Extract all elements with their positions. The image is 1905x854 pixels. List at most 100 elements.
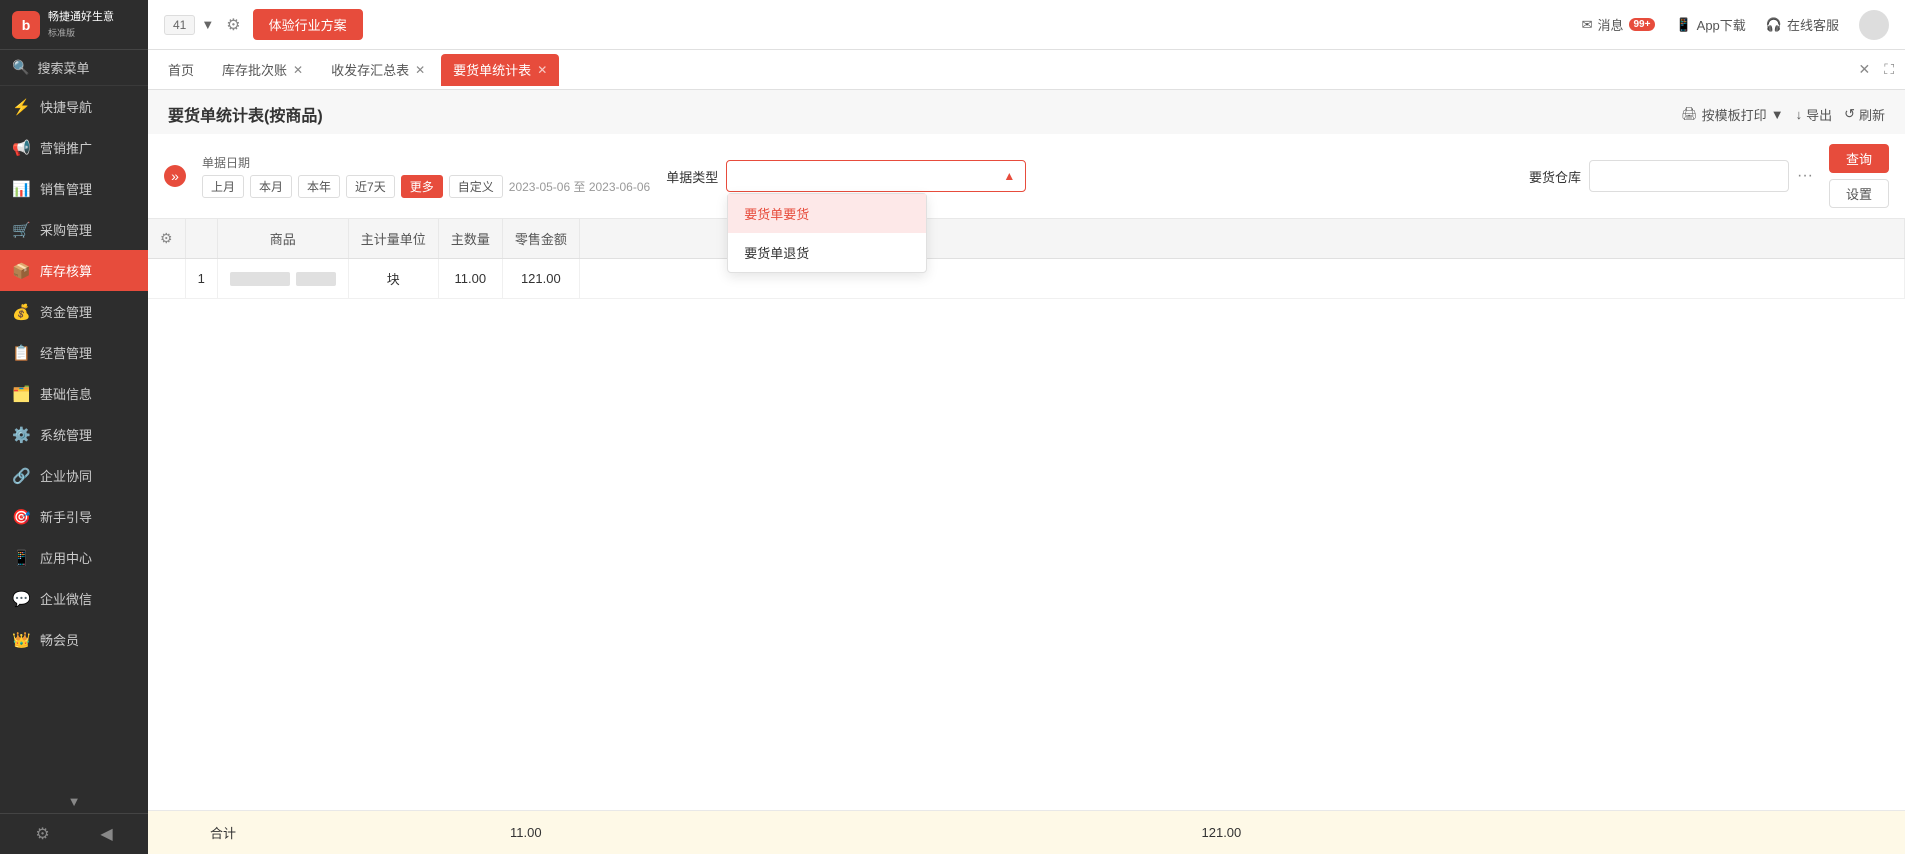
wechat-icon: 💬 [12, 590, 30, 608]
col-settings[interactable]: ⚙ [148, 219, 185, 259]
store-selector[interactable]: 41 ▼ [164, 15, 214, 35]
sidebar-item-label: 企业协同 [40, 466, 92, 485]
page-actions: 🖨 按模板打印 ▼ ↓ 导出 ↺ 刷新 [1681, 105, 1885, 124]
date-btn-last-7days[interactable]: 近7天 [346, 175, 395, 198]
date-btn-custom[interactable]: 自定义 [449, 175, 503, 198]
inventory-icon: 📦 [12, 262, 30, 280]
refresh-label: 刷新 [1859, 105, 1885, 124]
tab-expand-button[interactable]: ⛶ [1881, 58, 1897, 81]
filter-bar: » 单据日期 上月 本月 本年 近7天 更多 自定义 2023-05-06 至 … [148, 134, 1905, 219]
tab-request-stats-label: 要货单统计表 [453, 60, 531, 79]
tab-home[interactable]: 首页 [156, 54, 206, 86]
sidebar-item-purchase[interactable]: 🛒 采购管理 [0, 209, 148, 250]
trial-button[interactable]: 体验行业方案 [253, 9, 363, 40]
operations-icon: 📋 [12, 344, 30, 362]
message-label: 消息 [1597, 15, 1623, 34]
guide-icon: 🎯 [12, 508, 30, 526]
cell-product [217, 259, 348, 299]
col-unit: 主计量单位 [348, 219, 438, 259]
filter-date-section: 单据日期 上月 本月 本年 近7天 更多 自定义 2023-05-06 至 20… [202, 154, 650, 198]
sidebar: b 畅捷通好生意 标准版 🔍 搜索菜单 ⚡ 快捷导航 📢 营销推广 📊 销售管理… [0, 0, 148, 854]
sidebar-item-label: 营销推广 [40, 138, 92, 157]
sidebar-item-label: 企业微信 [40, 589, 92, 608]
sidebar-item-guide[interactable]: 🎯 新手引导 [0, 496, 148, 537]
sidebar-item-label: 采购管理 [40, 220, 92, 239]
enterprise-icon: 🔗 [12, 467, 30, 485]
dropdown-item-request-order[interactable]: 要货单要货 [728, 194, 926, 233]
cell-index: 1 [185, 259, 217, 299]
online-service-button[interactable]: 🎧 在线客服 [1766, 15, 1839, 34]
filter-warehouse-input[interactable] [1589, 160, 1789, 192]
print-button[interactable]: 🖨 按模板打印 ▼ [1681, 105, 1783, 124]
query-button[interactable]: 查询 [1829, 144, 1889, 173]
date-btn-more[interactable]: 更多 [401, 175, 443, 198]
sidebar-item-label: 新手引导 [40, 507, 92, 526]
filter-type-dropdown[interactable]: ▲ 要货单要货 要货单退货 [726, 160, 1026, 192]
sidebar-item-sales[interactable]: 📊 销售管理 [0, 168, 148, 209]
user-avatar[interactable] [1859, 10, 1889, 40]
filter-type-section: 单据类型 ▲ 要货单要货 要货单退货 [666, 160, 1513, 192]
date-btn-last-month[interactable]: 上月 [202, 175, 244, 198]
sidebar-bottom: ⚙ ◀ [0, 813, 148, 854]
col-quantity: 主数量 [438, 219, 502, 259]
date-btn-this-year[interactable]: 本年 [298, 175, 340, 198]
export-label: 导出 [1806, 105, 1832, 124]
system-icon: ⚙️ [12, 426, 30, 444]
sidebar-scroll-down[interactable]: ▼ [0, 790, 148, 813]
sidebar-item-label: 系统管理 [40, 425, 92, 444]
app-download-button[interactable]: 📱 App下载 [1675, 15, 1745, 34]
quick-nav-icon: ⚡ [12, 98, 30, 116]
tab-receive-summary-close[interactable]: ✕ [415, 63, 425, 77]
refresh-button[interactable]: ↺ 刷新 [1844, 105, 1885, 124]
message-button[interactable]: ✉ 消息 99+ [1582, 15, 1656, 34]
export-button[interactable]: ↓ 导出 [1796, 105, 1833, 124]
date-btn-this-month[interactable]: 本月 [250, 175, 292, 198]
content-area: » 单据日期 上月 本月 本年 近7天 更多 自定义 2023-05-06 至 … [148, 134, 1905, 854]
topbar-settings-icon[interactable]: ⚙ [226, 15, 240, 35]
sidebar-item-enterprise[interactable]: 🔗 企业协同 [0, 455, 148, 496]
online-service-icon: 🎧 [1766, 17, 1782, 33]
filter-type-chevron-icon: ▲ [1003, 169, 1015, 183]
tab-inventory-batch-close[interactable]: ✕ [293, 63, 303, 77]
dropdown-item-request-return[interactable]: 要货单退货 [728, 233, 926, 272]
sidebar-item-quick-nav[interactable]: ⚡ 快捷导航 [0, 86, 148, 127]
data-table: ⚙ 商品 主计量单位 主数量 零售金额 1 [148, 219, 1905, 299]
filter-more-button[interactable]: ··· [1797, 167, 1813, 185]
sidebar-item-basic[interactable]: 🗂️ 基础信息 [0, 373, 148, 414]
sidebar-settings-button[interactable]: ⚙ [35, 824, 49, 844]
filter-expand-button[interactable]: » [164, 165, 186, 187]
sidebar-item-wechat[interactable]: 💬 企业微信 [0, 578, 148, 619]
sidebar-item-operations[interactable]: 📋 经营管理 [0, 332, 148, 373]
sidebar-item-member[interactable]: 👑 畅会员 [0, 619, 148, 660]
sidebar-item-label: 快捷导航 [40, 97, 92, 116]
cell-checkbox[interactable] [148, 259, 185, 299]
app-center-icon: 📱 [12, 549, 30, 567]
table-row: 1 块 11.00 121.00 [148, 259, 1905, 299]
member-icon: 👑 [12, 631, 30, 649]
tab-receive-summary[interactable]: 收发存汇总表 ✕ [319, 54, 437, 86]
sidebar-item-app-center[interactable]: 📱 应用中心 [0, 537, 148, 578]
col-index [185, 219, 217, 259]
app-download-icon: 📱 [1675, 17, 1691, 33]
col-amount: 零售金额 [502, 219, 579, 259]
tab-request-stats[interactable]: 要货单统计表 ✕ [441, 54, 559, 86]
tab-inventory-batch[interactable]: 库存批次账 ✕ [210, 54, 315, 86]
tab-close-all-button[interactable]: ✕ [1855, 58, 1873, 81]
sidebar-item-inventory[interactable]: 📦 库存核算 [0, 250, 148, 291]
sidebar-item-label: 应用中心 [40, 548, 92, 567]
table-container: ⚙ 商品 主计量单位 主数量 零售金额 1 [148, 219, 1905, 810]
tab-request-stats-close[interactable]: ✕ [537, 63, 547, 77]
store-chevron-icon: ▼ [201, 17, 214, 32]
topbar-right: ✉ 消息 99+ 📱 App下载 🎧 在线客服 [1582, 10, 1889, 40]
sidebar-search[interactable]: 🔍 搜索菜单 [0, 50, 148, 86]
page-title: 要货单统计表(按商品) [168, 102, 323, 126]
sidebar-item-system[interactable]: ⚙️ 系统管理 [0, 414, 148, 455]
message-icon: ✉ [1582, 17, 1593, 33]
sidebar-item-marketing[interactable]: 📢 营销推广 [0, 127, 148, 168]
tab-receive-summary-label: 收发存汇总表 [331, 60, 409, 79]
settings-button[interactable]: 设置 [1829, 179, 1889, 208]
sidebar-item-finance[interactable]: 💰 资金管理 [0, 291, 148, 332]
app-logo-icon: b [12, 11, 40, 39]
col-settings-icon[interactable]: ⚙ [160, 230, 173, 246]
sidebar-collapse-button[interactable]: ◀ [100, 824, 112, 844]
